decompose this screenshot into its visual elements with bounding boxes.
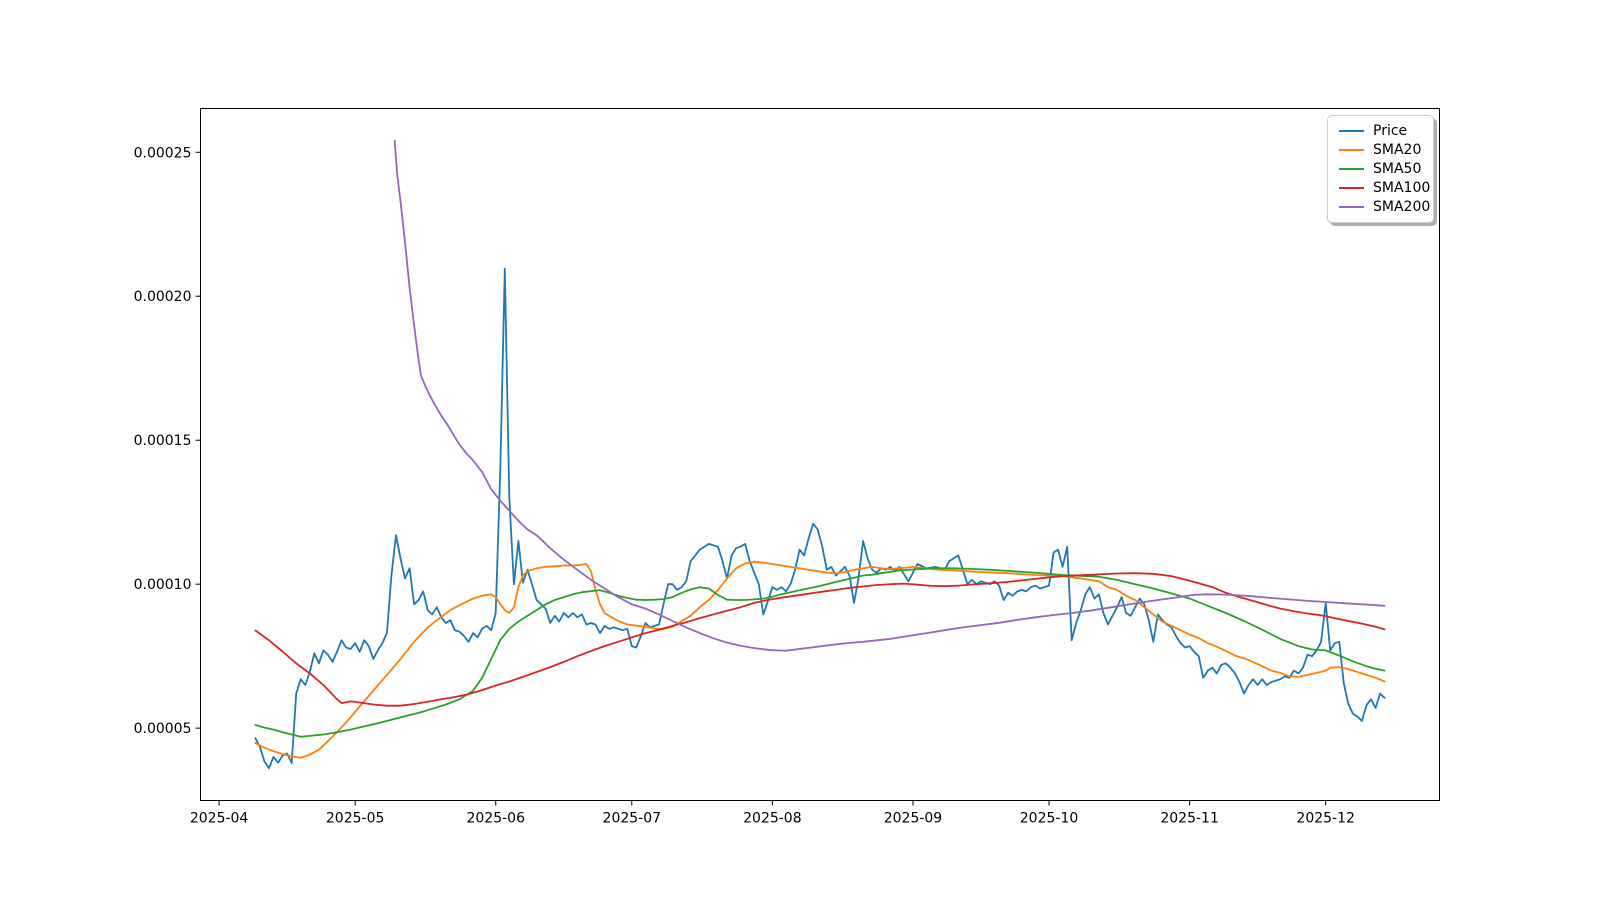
y-tick-label: 0.00005	[134, 721, 192, 737]
sma20-line	[254, 560, 1386, 759]
x-tick-label: 2025-10	[1020, 811, 1079, 827]
price-line	[254, 267, 1386, 770]
legend-item-sma100: SMA100	[1339, 178, 1430, 197]
legend-item-sma20: SMA20	[1339, 141, 1423, 160]
y-tick-label: 0.00020	[134, 289, 192, 305]
legend-line-sample-icon	[1339, 130, 1364, 133]
legend-item-label: Price	[1373, 123, 1408, 140]
x-tick-label: 2025-04	[190, 811, 249, 827]
legend-line-sample-icon	[1339, 149, 1364, 152]
plot-frame	[200, 108, 1440, 801]
x-tick-label: 2025-11	[1160, 811, 1219, 827]
legend-item-sma200: SMA200	[1339, 197, 1430, 216]
x-tick-label: 2025-05	[326, 811, 385, 827]
legend-item-label: SMA200	[1373, 198, 1431, 215]
y-tick-label: 0.00015	[134, 433, 192, 449]
series-lines	[254, 139, 1386, 770]
y-tick-label: 0.00025	[134, 145, 192, 161]
legend-line-sample-icon	[1339, 205, 1364, 208]
x-tick-label: 2025-09	[884, 811, 943, 827]
x-tick-label: 2025-07	[603, 811, 662, 827]
sma200-line	[393, 139, 1386, 652]
legend-item-label: SMA100	[1373, 179, 1431, 196]
legend: Price SMA20 SMA50 SMA100 SMA200	[1327, 115, 1434, 223]
y-tick-label: 0.00010	[134, 577, 192, 593]
legend-item-label: SMA50	[1373, 160, 1422, 177]
x-tick-label: 2025-08	[743, 811, 802, 827]
legend-item-price: Price	[1339, 122, 1423, 141]
x-axis-ticks: 2025-04 2025-05 2025-06 2025-07 2025-08 2025-…	[190, 800, 1355, 827]
legend-line-sample-icon	[1339, 186, 1364, 189]
y-axis-ticks: 0.00005 0.00010 0.00015 0.00020 0.00025	[134, 145, 201, 737]
legend-line-sample-icon	[1339, 167, 1364, 170]
legend-item-sma50: SMA50	[1339, 160, 1423, 179]
sma100-line	[254, 572, 1386, 707]
axes-spines	[200, 108, 1440, 801]
x-tick-label: 2025-12	[1296, 811, 1355, 827]
legend-item-label: SMA20	[1373, 142, 1422, 159]
x-tick-label: 2025-06	[466, 811, 525, 827]
matplotlib-figure: 2025-04 2025-05 2025-06 2025-07 2025-08 2025-…	[0, 0, 1600, 900]
